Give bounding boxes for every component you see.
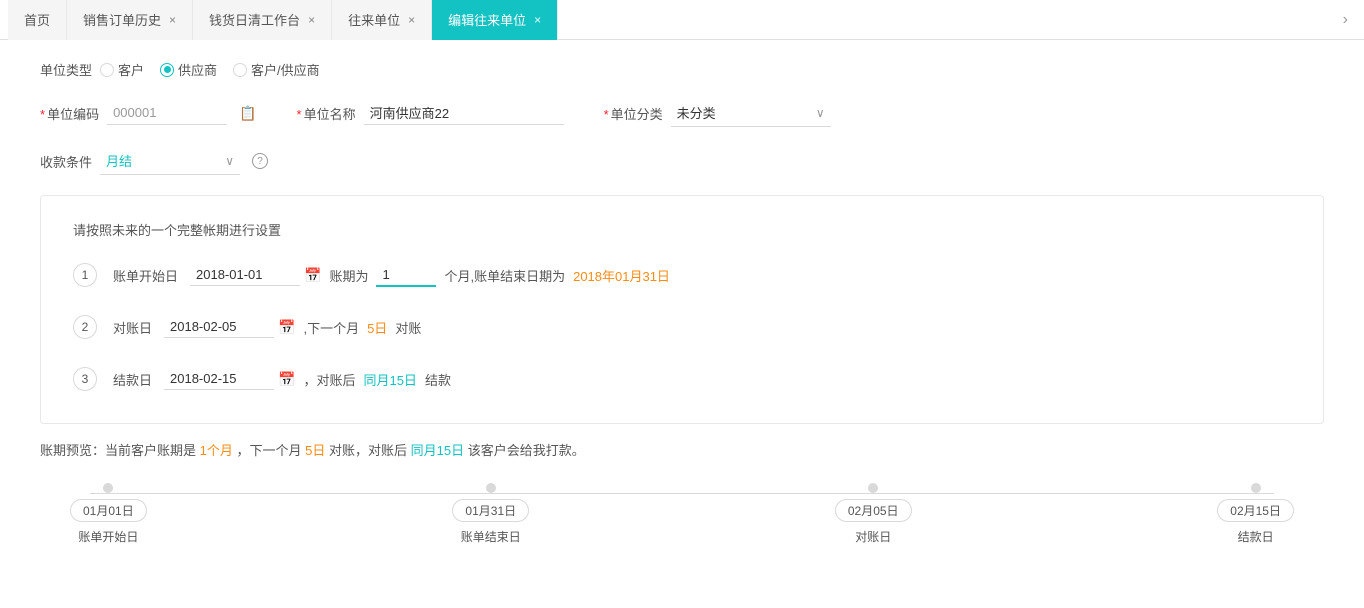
payment-select[interactable]: 月结 ∨ [100,147,240,175]
period-num-3: 3 [73,367,97,391]
unit-category-select[interactable]: 未分类 ∨ [671,99,831,127]
period-num-2: 2 [73,315,97,339]
tl-badge-2: 01月31日 [452,499,529,522]
tab-edit-partner[interactable]: 编辑往来单位 × [432,0,558,40]
reconcile-suffix: 对账 [395,318,421,337]
tl-badge-4: 02月15日 [1217,499,1294,522]
settlement-day: 同月15日 [363,370,416,389]
tl-label-1: 账单开始日 [78,528,138,545]
reconcile-day: 5日 [367,318,387,337]
tab-workbench[interactable]: 钱货日清工作台 × [193,0,332,40]
timeline-points: 01月01日 账单开始日 01月31日 账单结束日 02月05日 对账日 02月… [70,483,1294,545]
period-row-2: 2 对账日 📅 ,下一个月 5日 对账 [73,315,1291,339]
calendar-icon-2[interactable]: 📅 [278,319,295,336]
period-row-1: 1 账单开始日 📅 账期为 个月,账单结束日期为 2018年01月31日 [73,263,1291,287]
card-title: 请按照未来的一个完整帐期进行设置 [73,220,1291,239]
help-icon[interactable]: ? [252,153,268,169]
unit-category-field: *单位分类 未分类 ∨ [604,99,831,127]
reconcile-date-input[interactable] [164,316,274,338]
close-tab-workbench[interactable]: × [308,13,315,27]
period-num-1: 1 [73,263,97,287]
period-month-suffix: 个月,账单结束日期为 [444,266,565,285]
tl-point-1: 01月01日 账单开始日 [70,483,147,545]
tl-badge-1: 01月01日 [70,499,147,522]
tl-point-2: 01月31日 账单结束日 [452,483,529,545]
close-tab-edit-partner[interactable]: × [534,13,541,27]
tabs-bar: 首页 销售订单历史 × 钱货日清工作台 × 往来单位 × 编辑往来单位 × › [0,0,1364,40]
period-settings-card: 请按照未来的一个完整帐期进行设置 1 账单开始日 📅 账期为 个月,账单结束日期… [40,195,1324,424]
chevron-down-icon: ∨ [816,106,825,120]
tab-arrow[interactable]: › [1335,11,1356,29]
tl-dot-3 [868,483,878,493]
tl-label-3: 对账日 [855,528,891,545]
radio-supplier[interactable]: 供应商 [160,60,217,79]
tl-label-2: 账单结束日 [461,528,521,545]
preview-period: 1个月 [200,443,233,458]
period-for-label: 账期为 [329,266,368,285]
start-date-input[interactable] [190,264,300,286]
period-row-3: 3 结款日 📅 ，对账后 同月15日 结款 [73,367,1291,391]
radio-both[interactable]: 客户/供应商 [233,60,320,79]
radio-group-unit-type: 客户 供应商 客户/供应商 [100,60,320,79]
reconcile-prefix: ,下一个月 [303,318,359,337]
unit-name-label: *单位名称 [297,104,356,123]
calendar-icon-1[interactable]: 📅 [304,267,321,284]
settlement-prefix: ，对账后 [303,370,355,389]
unit-type-row: 单位类型 客户 供应商 客户/供应商 [40,60,1324,79]
unit-name-input[interactable] [364,101,564,125]
unit-name-field: *单位名称 [297,101,564,125]
settlement-suffix: 结款 [425,370,451,389]
tl-point-4: 02月15日 结款日 [1217,483,1294,545]
period-label-3: 结款日 [113,370,152,389]
unit-code-field: *单位编码 📋 [40,101,257,125]
tab-partner[interactable]: 往来单位 × [332,0,432,40]
tl-dot-4 [1251,483,1261,493]
unit-type-label: 单位类型 [40,60,92,79]
settlement-date-input[interactable] [164,368,274,390]
period-label-1: 账单开始日 [113,266,178,285]
tl-label-4: 结款日 [1238,528,1274,545]
main-content: 单位类型 客户 供应商 客户/供应商 *单位编码 [0,40,1364,608]
preview-reconcile-day: 5日 [305,443,325,458]
tl-dot-2 [486,483,496,493]
unit-code-label: *单位编码 [40,104,99,123]
unit-category-label: *单位分类 [604,104,663,123]
timeline: 01月01日 账单开始日 01月31日 账单结束日 02月05日 对账日 02月… [60,483,1304,545]
chevron-down-icon-payment: ∨ [225,154,234,168]
tl-badge-3: 02月05日 [835,499,912,522]
payment-row: 收款条件 月结 ∨ ? [40,147,1324,175]
close-tab-partner[interactable]: × [408,13,415,27]
radio-circle-customer [100,63,114,77]
period-end-date: 2018年01月31日 [573,266,670,285]
close-tab-sales[interactable]: × [169,13,176,27]
radio-customer[interactable]: 客户 [100,60,144,79]
radio-circle-supplier [160,63,174,77]
tab-sales[interactable]: 销售订单历史 × [67,0,193,40]
tl-dot-1 [103,483,113,493]
copy-icon[interactable]: 📋 [239,105,256,122]
unit-type-field: 单位类型 客户 供应商 客户/供应商 [40,60,320,79]
period-month-input[interactable] [376,264,436,287]
period-label-2: 对账日 [113,318,152,337]
payment-field: 收款条件 月结 ∨ ? [40,147,268,175]
preview-settlement-day: 同月15日 [411,443,464,458]
unit-code-input[interactable] [107,101,227,125]
tab-home[interactable]: 首页 [8,0,67,40]
calendar-icon-3[interactable]: 📅 [278,371,295,388]
tl-point-3: 02月05日 对账日 [835,483,912,545]
preview-text: 账期预览：当前客户账期是 1个月 ，下一个月 5日 对账，对账后 同月15日 该… [40,440,1324,459]
payment-label: 收款条件 [40,152,92,171]
unit-info-row: *单位编码 📋 *单位名称 *单位分类 未分类 ∨ [40,99,1324,127]
radio-circle-both [233,63,247,77]
